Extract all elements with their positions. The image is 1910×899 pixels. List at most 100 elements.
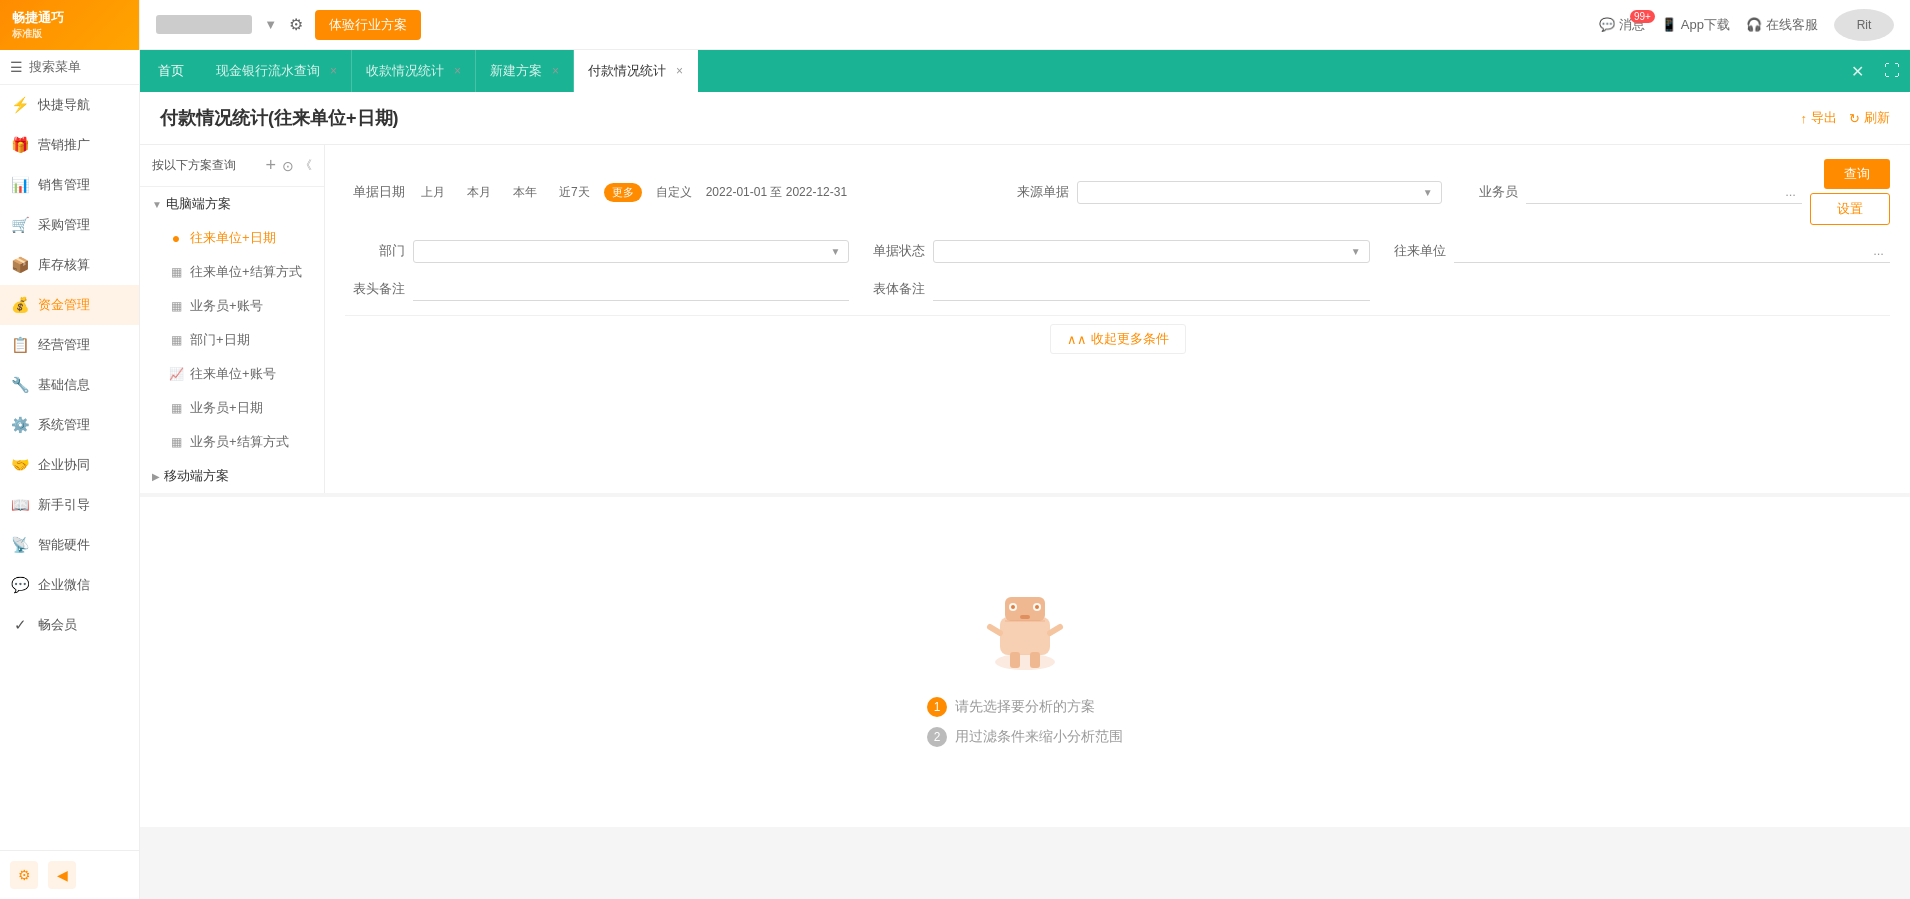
avatar[interactable]: Rit — [1834, 9, 1894, 41]
scheme-item-vendor-date[interactable]: ● 往来单位+日期 — [140, 221, 324, 255]
tab-receipt-stats[interactable]: 收款情况统计 × — [352, 50, 476, 92]
tab-bank-flow[interactable]: 现金银行流水查询 × — [202, 50, 352, 92]
trial-button[interactable]: 体验行业方案 — [315, 10, 421, 40]
source-select[interactable]: ▼ — [1077, 181, 1441, 204]
date-this-month[interactable]: 本月 — [459, 181, 499, 204]
scheme-item-label: 往来单位+账号 — [190, 365, 276, 383]
sidebar-item-hardware[interactable]: 📡 智能硬件 — [0, 525, 139, 565]
scheme-item-staff-account[interactable]: ▦ 业务员+账号 — [140, 289, 324, 323]
tab-new-scheme[interactable]: 新建方案 × — [476, 50, 574, 92]
query-button[interactable]: 查询 — [1824, 159, 1890, 189]
date-this-year[interactable]: 本年 — [505, 181, 545, 204]
header-note-input[interactable] — [413, 277, 849, 301]
page-content: 付款情况统计(往来单位+日期) ↑ 导出 ↻ 刷新 按以下方案查询 — [140, 92, 1910, 899]
tab-payment-stats[interactable]: 付款情况统计 × — [574, 50, 698, 92]
empty-state-illustration — [975, 577, 1075, 677]
refresh-button[interactable]: ↻ 刷新 — [1849, 109, 1890, 127]
header-right: 💬 消息 99+ 📱 App下载 🎧 在线客服 Rit — [1599, 9, 1894, 41]
message-button[interactable]: 💬 消息 99+ — [1599, 16, 1645, 34]
header-dropdown-arrow[interactable]: ▼ — [264, 17, 277, 32]
bank-flow-tab-close[interactable]: × — [330, 64, 337, 78]
payment-stats-tab-close[interactable]: × — [676, 64, 683, 78]
scheme-panel-header: 按以下方案查询 + ⊙ 《 — [140, 145, 324, 187]
scheme-item-staff-settlement[interactable]: ▦ 业务员+结算方式 — [140, 425, 324, 459]
vendor-input[interactable]: ... — [1454, 239, 1890, 263]
new-scheme-tab-close[interactable]: × — [552, 64, 559, 78]
sidebar-item-vip[interactable]: ✓ 畅会员 — [0, 605, 139, 645]
scheme-collapse-button[interactable]: 《 — [300, 157, 312, 174]
tab-home[interactable]: 首页 — [140, 50, 202, 92]
vip-icon: ✓ — [10, 615, 30, 635]
gear-icon: ⚙️ — [10, 415, 30, 435]
staff-dots: ... — [1785, 184, 1796, 199]
scheme-item-vendor-account[interactable]: 📈 往来单位+账号 — [140, 357, 324, 391]
export-label: 导出 — [1811, 109, 1837, 127]
filter-row-1: 单据日期 上月 本月 本年 近7天 更多 自定义 2022-01-01 至 20… — [345, 159, 1890, 225]
online-service-button[interactable]: 🎧 在线客服 — [1746, 16, 1818, 34]
search-menu-icon: ☰ — [10, 59, 23, 75]
arrow-down-icon: ▼ — [152, 199, 162, 210]
filter-status-item: 单据状态 ▼ — [865, 240, 1369, 263]
scheme-item-dept-date[interactable]: ▦ 部门+日期 — [140, 323, 324, 357]
tab-bar: 首页 现金银行流水查询 × 收款情况统计 × 新建方案 × 付款情况统计 × ✕… — [140, 50, 1910, 92]
sidebar-settings-button[interactable]: ⚙ — [10, 861, 38, 889]
collapse-button[interactable]: ∧∧ 收起更多条件 — [1050, 324, 1186, 354]
status-label: 单据状态 — [865, 242, 925, 260]
sidebar-item-system[interactable]: ⚙️ 系统管理 — [0, 405, 139, 445]
app-download-label: App下载 — [1681, 16, 1730, 34]
body-note-input[interactable] — [933, 277, 1369, 301]
handshake-icon: 🤝 — [10, 455, 30, 475]
date-more[interactable]: 更多 — [604, 183, 642, 202]
wrench-icon: 🔧 — [10, 375, 30, 395]
sidebar-item-quick-nav[interactable]: ⚡ 快捷导航 — [0, 85, 139, 125]
svg-point-0 — [995, 654, 1055, 670]
svg-rect-7 — [1020, 615, 1030, 619]
sidebar-item-label: 库存核算 — [38, 256, 90, 274]
date-7days[interactable]: 近7天 — [551, 181, 598, 204]
sidebar-item-finance[interactable]: 💰 资金管理 — [0, 285, 139, 325]
mobile-icon: 📱 — [1661, 17, 1677, 32]
scheme-item-vendor-settlement[interactable]: ▦ 往来单位+结算方式 — [140, 255, 324, 289]
filter-right-actions: 查询 设置 — [1810, 159, 1890, 225]
filter-dept-item: 部门 ▼ — [345, 240, 849, 263]
status-select[interactable]: ▼ — [933, 240, 1369, 263]
scheme-mobile-category[interactable]: ▶ 移动端方案 — [140, 459, 324, 493]
scheme-item-staff-date[interactable]: ▦ 业务员+日期 — [140, 391, 324, 425]
tab-close-all-button[interactable]: ✕ — [1841, 50, 1874, 92]
receipt-stats-tab-close[interactable]: × — [454, 64, 461, 78]
scheme-desktop-category[interactable]: ▼ 电脑端方案 — [140, 187, 324, 221]
sidebar-item-sales[interactable]: 📊 销售管理 — [0, 165, 139, 205]
sidebar-item-purchase[interactable]: 🛒 采购管理 — [0, 205, 139, 245]
sidebar-item-inventory[interactable]: 📦 库存核算 — [0, 245, 139, 285]
sidebar-item-guide[interactable]: 📖 新手引导 — [0, 485, 139, 525]
sidebar-item-label: 企业协同 — [38, 456, 90, 474]
sidebar-item-search-menu[interactable]: ☰ 搜索菜单 — [0, 50, 139, 85]
date-custom[interactable]: 自定义 — [648, 181, 700, 204]
mobile-category-label: 移动端方案 — [164, 467, 229, 485]
scheme-add-button[interactable]: + — [265, 155, 276, 176]
sidebar-item-operation[interactable]: 📋 经营管理 — [0, 325, 139, 365]
date-range-display[interactable]: 2022-01-01 至 2022-12-31 — [706, 184, 847, 201]
gift-icon: 🎁 — [10, 135, 30, 155]
collapse-icon: ∧∧ — [1067, 332, 1087, 347]
sidebar-item-basic[interactable]: 🔧 基础信息 — [0, 365, 139, 405]
header-gear-icon[interactable]: ⚙ — [289, 15, 303, 34]
filter-row-2: 部门 ▼ 单据状态 ▼ 往来单位 — [345, 239, 1890, 263]
scheme-setting-button[interactable]: ⊙ — [282, 158, 294, 174]
sidebar-item-wechat[interactable]: 💬 企业微信 — [0, 565, 139, 605]
tab-maximize-button[interactable]: ⛶ — [1874, 50, 1910, 92]
app-download-button[interactable]: 📱 App下载 — [1661, 16, 1730, 34]
empty-step-2: 2 用过滤条件来缩小分析范围 — [927, 727, 1123, 747]
page-title: 付款情况统计(往来单位+日期) — [160, 106, 399, 130]
staff-input[interactable]: ... — [1526, 180, 1802, 204]
sidebar-item-marketing[interactable]: 🎁 营销推广 — [0, 125, 139, 165]
sidebar-collapse-button[interactable]: ◀ — [48, 861, 76, 889]
vendor-label: 往来单位 — [1386, 242, 1446, 260]
export-button[interactable]: ↑ 导出 — [1801, 109, 1838, 127]
dept-select[interactable]: ▼ — [413, 240, 849, 263]
headphone-icon: 🎧 — [1746, 17, 1762, 32]
box-icon: 📦 — [10, 255, 30, 275]
settings-button[interactable]: 设置 — [1810, 193, 1890, 225]
date-last-month[interactable]: 上月 — [413, 181, 453, 204]
sidebar-item-enterprise[interactable]: 🤝 企业协同 — [0, 445, 139, 485]
